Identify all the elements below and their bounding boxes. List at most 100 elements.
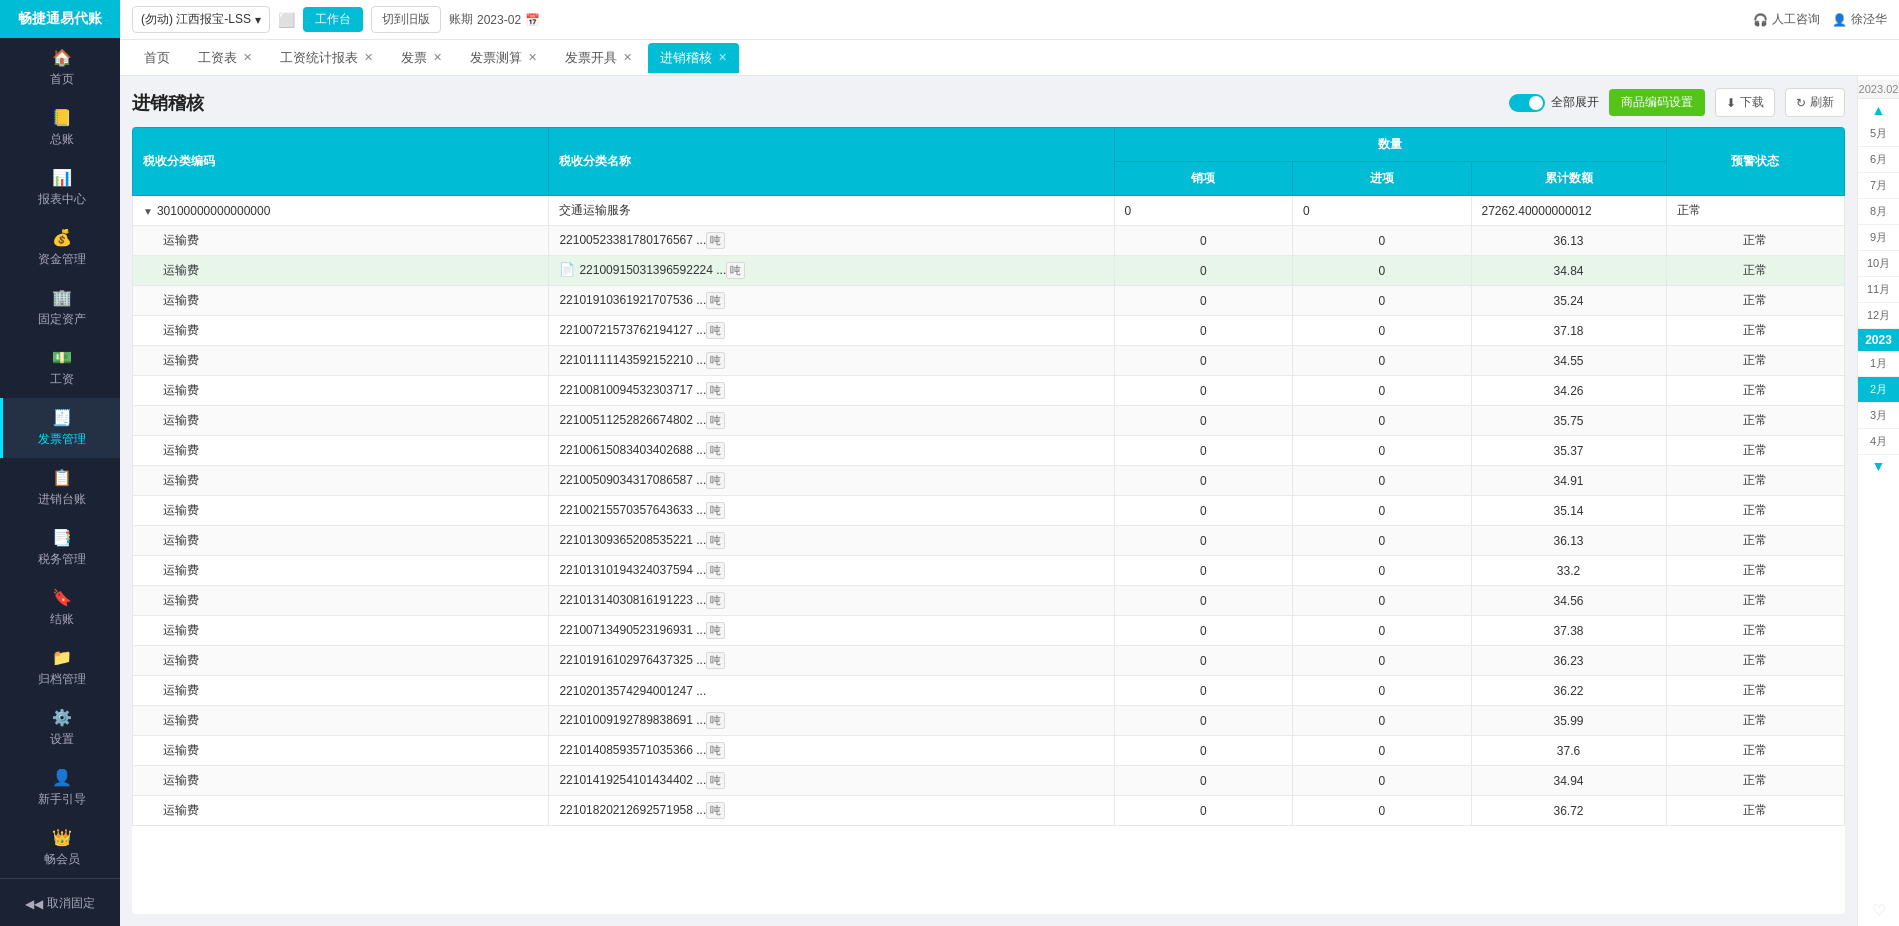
sidebar-item-sales-ledger[interactable]: 📋 进销台账 (0, 458, 120, 518)
cal-month-7[interactable]: 7月 (1858, 173, 1899, 199)
tab-close-icon[interactable]: ✕ (364, 51, 373, 64)
sidebar-item-label: 税务管理 (38, 551, 86, 568)
table-row[interactable]: 运输费 22100713490523196931 ...吨 0 0 37.38 … (133, 616, 1845, 646)
download-label: 下载 (1740, 94, 1764, 111)
sidebar-item-salary[interactable]: 💵 工资 (0, 338, 120, 398)
cal-month-2[interactable]: 2月 (1858, 377, 1899, 403)
cal-month-3[interactable]: 3月 (1858, 403, 1899, 429)
company-selector[interactable]: (勿动) 江西报宝-LSS ▾ (132, 6, 270, 33)
table-row[interactable]: 运输费 22100615083403402688 ...吨 0 0 35.37 … (133, 436, 1845, 466)
unit-tag: 吨 (706, 412, 725, 429)
switch-version-button[interactable]: 切到旧版 (371, 6, 441, 33)
sidebar-item-tax[interactable]: 📑 税务管理 (0, 518, 120, 578)
download-button[interactable]: ⬇ 下载 (1715, 88, 1775, 117)
table-row[interactable]: 运输费 22101310194324037594 ...吨 0 0 33.2 正… (133, 556, 1845, 586)
tab-salary-stats[interactable]: 工资统计报表 ✕ (268, 43, 385, 73)
cal-month-4[interactable]: 4月 (1858, 429, 1899, 455)
sidebar-item-archive[interactable]: 📁 归档管理 (0, 638, 120, 698)
tab-close-active-icon[interactable]: ✕ (718, 51, 727, 64)
data-table: 税收分类编码 税收分类名称 数量 预警状态 销项 进项 累计数额 ▼3010 (132, 127, 1845, 826)
sidebar-item-settings[interactable]: ⚙️ 设置 (0, 698, 120, 758)
table-row[interactable]: 运输费 22102013574294001247 ... 0 0 36.22 正… (133, 676, 1845, 706)
cal-month-10[interactable]: 10月 (1858, 251, 1899, 277)
sidebar-item-settle[interactable]: 🔖 结账 (0, 578, 120, 638)
sidebar-item-invoice-mgmt[interactable]: 🧾 发票管理 (0, 398, 120, 458)
tab-salary-table[interactable]: 工资表 ✕ (186, 43, 264, 73)
sidebar: 畅捷通易代账 🏠 首页 📒 总账 📊 报表中心 💰 资金管理 🏢 固定资产 💵 … (0, 0, 120, 926)
table-row[interactable]: 运输费 22101916102976437325 ...吨 0 0 36.23 … (133, 646, 1845, 676)
toggle-all-container[interactable]: 全部展开 (1509, 94, 1599, 112)
table-row[interactable]: 运输费 22101111143592152210 ...吨 0 0 34.55 … (133, 346, 1845, 376)
unpin-icon: ◀◀ (25, 897, 43, 911)
sidebar-item-label: 畅会员 (44, 851, 80, 868)
sidebar-item-capital[interactable]: 💰 资金管理 (0, 218, 120, 278)
page-header: 进销稽核 全部展开 商品编码设置 ⬇ 下载 ↻ 刷新 (132, 88, 1845, 117)
sidebar-item-label: 发票管理 (38, 431, 86, 448)
sidebar-item-home[interactable]: 🏠 首页 (0, 38, 120, 98)
cal-month-5[interactable]: 5月 (1858, 121, 1899, 147)
sidebar-item-label: 首页 (50, 71, 74, 88)
sidebar-item-ledger[interactable]: 📒 总账 (0, 98, 120, 158)
table-row[interactable]: 运输费 22101309365208535221 ...吨 0 0 36.13 … (133, 526, 1845, 556)
cal-up-button[interactable]: ▲ (1858, 99, 1899, 121)
table-row[interactable]: 运输费 22100511252826674802 ...吨 0 0 35.75 … (133, 406, 1845, 436)
tabbar: 首页 工资表 ✕ 工资统计报表 ✕ 发票 ✕ 发票测算 ✕ 发票开具 ✕ 进销稽… (120, 40, 1899, 76)
table-row[interactable]: ▼30100000000000000 交通运输服务 0 0 27262.4000… (133, 196, 1845, 226)
heart-icon: ♡ (1872, 901, 1886, 920)
table-row[interactable]: 运输费 22101419254101434402 ...吨 0 0 34.94 … (133, 766, 1845, 796)
topbar: (勿动) 江西报宝-LSS ▾ ⬜ 工作台 切到旧版 账期 2023-02 📅 … (120, 0, 1899, 40)
refresh-button[interactable]: ↻ 刷新 (1785, 88, 1845, 117)
table-row[interactable]: 运输费 22101009192789838691 ...吨 0 0 35.99 … (133, 706, 1845, 736)
cal-month-11[interactable]: 11月 (1858, 277, 1899, 303)
toggle-all-switch[interactable] (1509, 94, 1545, 112)
table-row[interactable]: 运输费 22101408593571035366 ...吨 0 0 37.6 正… (133, 736, 1845, 766)
sidebar-item-vip[interactable]: 👑 畅会员 (0, 818, 120, 878)
page-title: 进销稽核 (132, 91, 204, 115)
sidebar-item-label: 设置 (50, 731, 74, 748)
refresh-label: 刷新 (1810, 94, 1834, 111)
table-row[interactable]: 运输费 22100721573762194127 ...吨 0 0 37.18 … (133, 316, 1845, 346)
cal-month-6[interactable]: 6月 (1858, 147, 1899, 173)
table-row[interactable]: 运输费 22101820212692571958 ...吨 0 0 36.72 … (133, 796, 1845, 826)
tab-invoice-label: 发票 (401, 49, 427, 67)
cal-down-button[interactable]: ▼ (1858, 455, 1899, 477)
col-status-header: 预警状态 (1666, 128, 1845, 196)
tab-close-icon[interactable]: ✕ (433, 51, 442, 64)
cal-year-top: 2023.02 (1858, 80, 1899, 99)
unpin-button[interactable]: ◀◀ 取消固定 (0, 887, 120, 920)
tab-invoice-open[interactable]: 发票开具 ✕ (553, 43, 644, 73)
worktable-button[interactable]: 工作台 (303, 7, 363, 32)
expand-icon[interactable]: ▼ (143, 206, 153, 217)
table-row[interactable]: 运输费 📄22100915031396592224 ...吨 0 0 34.84… (133, 256, 1845, 286)
user-menu[interactable]: 👤 徐泾华 (1832, 11, 1887, 28)
tab-close-icon[interactable]: ✕ (528, 51, 537, 64)
tab-invoice-calc[interactable]: 发票测算 ✕ (458, 43, 549, 73)
table-row[interactable]: 运输费 22100509034317086587 ...吨 0 0 34.91 … (133, 466, 1845, 496)
sidebar-item-report[interactable]: 📊 报表中心 (0, 158, 120, 218)
table-row[interactable]: 运输费 22100215570357643633 ...吨 0 0 35.14 … (133, 496, 1845, 526)
cal-month-12[interactable]: 12月 (1858, 303, 1899, 329)
cal-month-9[interactable]: 9月 (1858, 225, 1899, 251)
tab-close-icon[interactable]: ✕ (623, 51, 632, 64)
sidebar-item-label: 资金管理 (38, 251, 86, 268)
tab-home[interactable]: 首页 (132, 43, 182, 73)
tab-invoice[interactable]: 发票 ✕ (389, 43, 454, 73)
tab-close-icon[interactable]: ✕ (243, 51, 252, 64)
tab-sales-check[interactable]: 进销稽核 ✕ (648, 43, 739, 73)
refresh-icon: ↻ (1796, 96, 1806, 110)
sidebar-item-newbie[interactable]: 👤 新手引导 (0, 758, 120, 818)
cal-month-8[interactable]: 8月 (1858, 199, 1899, 225)
table-row[interactable]: 运输费 22101910361921707536 ...吨 0 0 35.24 … (133, 286, 1845, 316)
copy-icon[interactable]: ⬜ (278, 12, 295, 28)
cal-month-1[interactable]: 1月 (1858, 351, 1899, 377)
table-row[interactable]: 运输费 22100810094532303717 ...吨 0 0 34.26 … (133, 376, 1845, 406)
product-code-setting-button[interactable]: 商品编码设置 (1609, 89, 1705, 116)
service-button[interactable]: 🎧 人工咨询 (1753, 11, 1820, 28)
cal-year-2023[interactable]: 2023 (1858, 329, 1899, 351)
table-row[interactable]: 运输费 22100523381780176567 ...吨 0 0 36.13 … (133, 226, 1845, 256)
sidebar-item-assets[interactable]: 🏢 固定资产 (0, 278, 120, 338)
unit-tag: 吨 (706, 712, 725, 729)
toggle-all-label: 全部展开 (1551, 94, 1599, 111)
unit-tag: 吨 (706, 772, 725, 789)
table-row[interactable]: 运输费 22101314030816191223 ...吨 0 0 34.56 … (133, 586, 1845, 616)
